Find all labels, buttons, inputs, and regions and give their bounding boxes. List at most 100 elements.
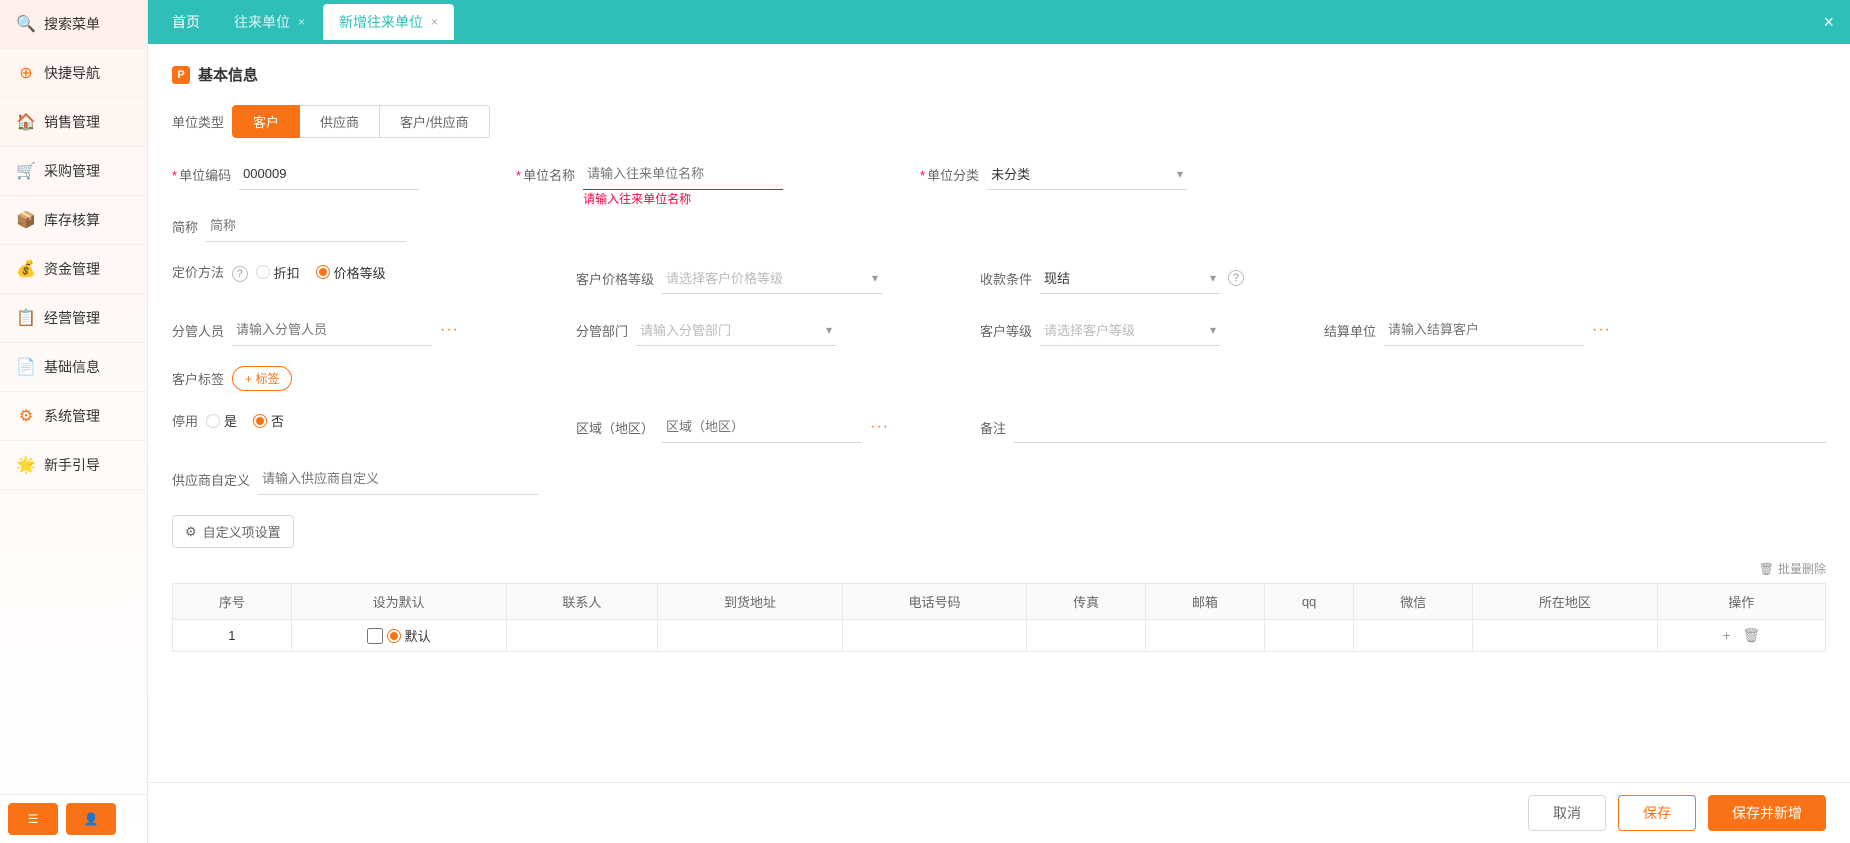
unit-name-group: *单位名称 请输入往来单位名称 xyxy=(516,158,896,190)
save-button[interactable]: 保存 xyxy=(1618,795,1696,831)
disabled-radio-yes[interactable]: 是 xyxy=(206,411,237,430)
department-select[interactable]: 请输入分管部门 ▾ xyxy=(636,314,836,346)
customer-level-group: 客户等级 请选择客户等级 ▾ xyxy=(980,314,1300,346)
settlement-unit-input[interactable] xyxy=(1384,314,1584,346)
tab-partners-label: 往来单位 xyxy=(234,12,290,32)
short-name-input[interactable] xyxy=(206,210,406,242)
batch-delete-button[interactable]: 🗑 批量删除 xyxy=(1759,560,1826,577)
tab-home-label: 首页 xyxy=(172,12,200,32)
row-default-radio-circle xyxy=(387,629,401,643)
finance-icon: 💰 xyxy=(16,259,36,279)
col-header-phone: 电话号码 xyxy=(842,584,1026,620)
sidebar-item-guide[interactable]: 🌟 新手引导 xyxy=(0,441,147,490)
disabled-region-row: 停用 是 否 区域（地区） ··· 备注 xyxy=(172,411,1826,443)
unit-category-select[interactable]: 未分类 ▾ xyxy=(987,158,1187,190)
save-and-new-button[interactable]: 保存并新增 xyxy=(1708,795,1826,831)
row-delete-button[interactable]: 🗑 xyxy=(1738,627,1764,643)
remark-input[interactable] xyxy=(1014,411,1826,443)
pricing-radio-price-level[interactable]: 价格等级 xyxy=(316,263,386,282)
row-add-button[interactable]: + xyxy=(1719,627,1735,643)
tab-new-partner[interactable]: 新增往来单位 × xyxy=(323,4,454,40)
unit-type-label: 单位类型 xyxy=(172,112,224,131)
tab-partners[interactable]: 往来单位 × xyxy=(218,4,321,40)
tab-new-partner-close[interactable]: × xyxy=(431,15,438,29)
sidebar-item-basic-info[interactable]: 📄 基础信息 xyxy=(0,343,147,392)
payment-terms-select[interactable]: 现结 ▾ xyxy=(1040,262,1220,294)
sidebar-item-sales[interactable]: 🏠 销售管理 xyxy=(0,98,147,147)
col-header-region: 所在地区 xyxy=(1473,584,1657,620)
customer-level-chevron: ▾ xyxy=(1210,323,1216,337)
guide-icon: 🌟 xyxy=(16,455,36,475)
sidebar-item-quick-nav[interactable]: ⊕ 快捷导航 xyxy=(0,49,147,98)
pricing-method-label: 定价方法 ? xyxy=(172,262,248,282)
customer-tags-row: 客户标签 + 标签 xyxy=(172,366,1826,391)
sidebar: 🔍 搜索菜单 ⊕ 快捷导航 🏠 销售管理 🛒 采购管理 📦 库存核算 💰 资金管… xyxy=(0,0,148,843)
sidebar-item-finance[interactable]: 💰 资金管理 xyxy=(0,245,147,294)
remark-label: 备注 xyxy=(980,418,1006,437)
pricing-method-group: 定价方法 ? 折扣 价格等级 xyxy=(172,262,552,282)
region-dots[interactable]: ··· xyxy=(870,418,889,436)
sidebar-bottom-btn2[interactable]: 👤 xyxy=(66,803,116,835)
col-header-fax: 传真 xyxy=(1027,584,1146,620)
payment-terms-label: 收款条件 xyxy=(980,269,1032,288)
col-header-qq: qq xyxy=(1264,584,1354,620)
content-area: P 基本信息 单位类型 客户 供应商 客户/供应商 *单位编码 xyxy=(148,44,1850,782)
unit-type-btn-supplier[interactable]: 供应商 xyxy=(300,105,380,138)
sidebar-item-operations[interactable]: 📋 经营管理 xyxy=(0,294,147,343)
col-header-wechat: 微信 xyxy=(1354,584,1473,620)
sidebar-item-label: 销售管理 xyxy=(44,112,100,132)
sidebar-item-system[interactable]: ⚙ 系统管理 xyxy=(0,392,147,441)
unit-type-btn-both[interactable]: 客户/供应商 xyxy=(380,105,490,138)
tab-new-partner-label: 新增往来单位 xyxy=(339,12,423,32)
unit-category-group: *单位分类 未分类 ▾ xyxy=(920,158,1240,190)
cell-default-checkbox: 默认 xyxy=(291,620,506,652)
sidebar-item-label: 基础信息 xyxy=(44,357,100,377)
pricing-radio-group: 折扣 价格等级 xyxy=(256,263,386,282)
close-all-button[interactable]: × xyxy=(1815,8,1842,37)
customer-tags-label: 客户标签 xyxy=(172,369,224,388)
unit-name-input[interactable] xyxy=(583,158,783,190)
cell-seq: 1 xyxy=(173,620,292,652)
pricing-radio-discount[interactable]: 折扣 xyxy=(256,263,300,282)
unit-type-btn-customer[interactable]: 客户 xyxy=(232,105,300,138)
sidebar-item-inventory[interactable]: 📦 库存核算 xyxy=(0,196,147,245)
supplier-custom-input[interactable] xyxy=(258,463,538,495)
supervisor-input[interactable] xyxy=(232,314,432,346)
customer-tags-group: 客户标签 + 标签 xyxy=(172,366,1826,391)
pricing-help-icon[interactable]: ? xyxy=(232,266,248,282)
tab-home[interactable]: 首页 xyxy=(156,4,216,40)
department-placeholder: 请输入分管部门 xyxy=(640,320,731,339)
unit-code-input[interactable] xyxy=(239,158,419,190)
customer-level-select[interactable]: 请选择客户等级 ▾ xyxy=(1040,314,1220,346)
disabled-radio-no[interactable]: 否 xyxy=(253,411,284,430)
region-label: 区域（地区） xyxy=(576,418,654,437)
supervisor-dots[interactable]: ··· xyxy=(440,321,459,339)
row-default-radio[interactable]: 默认 xyxy=(387,626,431,645)
cancel-button[interactable]: 取消 xyxy=(1528,795,1606,831)
sidebar-item-label: 经营管理 xyxy=(44,308,100,328)
region-input[interactable] xyxy=(662,411,862,443)
cell-action: + 🗑 xyxy=(1657,620,1825,652)
sidebar-bottom: ☰ 👤 xyxy=(0,794,147,843)
customer-price-level-select[interactable]: 请选择客户价格等级 ▾ xyxy=(662,262,882,294)
supplier-custom-row: 供应商自定义 xyxy=(172,463,1826,495)
sidebar-item-purchase[interactable]: 🛒 采购管理 xyxy=(0,147,147,196)
sidebar-item-label: 库存核算 xyxy=(44,210,100,230)
sidebar-bottom-btn1[interactable]: ☰ xyxy=(8,803,58,835)
cell-region xyxy=(1473,620,1657,652)
row-checkbox[interactable] xyxy=(367,628,383,644)
customer-price-level-placeholder: 请选择客户价格等级 xyxy=(666,268,783,287)
supervisor-label: 分管人员 xyxy=(172,321,224,340)
sidebar-item-search[interactable]: 🔍 搜索菜单 xyxy=(0,0,147,49)
add-tag-button[interactable]: + 标签 xyxy=(232,366,292,391)
tab-partners-close[interactable]: × xyxy=(298,15,305,29)
settlement-dots[interactable]: ··· xyxy=(1592,321,1611,339)
inventory-icon: 📦 xyxy=(16,210,36,230)
table-toolbar: 🗑 批量删除 xyxy=(172,560,1826,577)
customize-settings-button[interactable]: ⚙ 自定义项设置 xyxy=(172,515,294,548)
cell-email xyxy=(1145,620,1264,652)
cell-qq xyxy=(1264,620,1354,652)
code-name-cat-row: *单位编码 *单位名称 请输入往来单位名称 *单位分类 未分类 xyxy=(172,158,1826,190)
payment-terms-help-icon[interactable]: ? xyxy=(1228,270,1244,286)
contacts-table: 序号 设为默认 联系人 到货地址 电话号码 传真 邮箱 qq 微信 所在地区 操… xyxy=(172,583,1826,652)
